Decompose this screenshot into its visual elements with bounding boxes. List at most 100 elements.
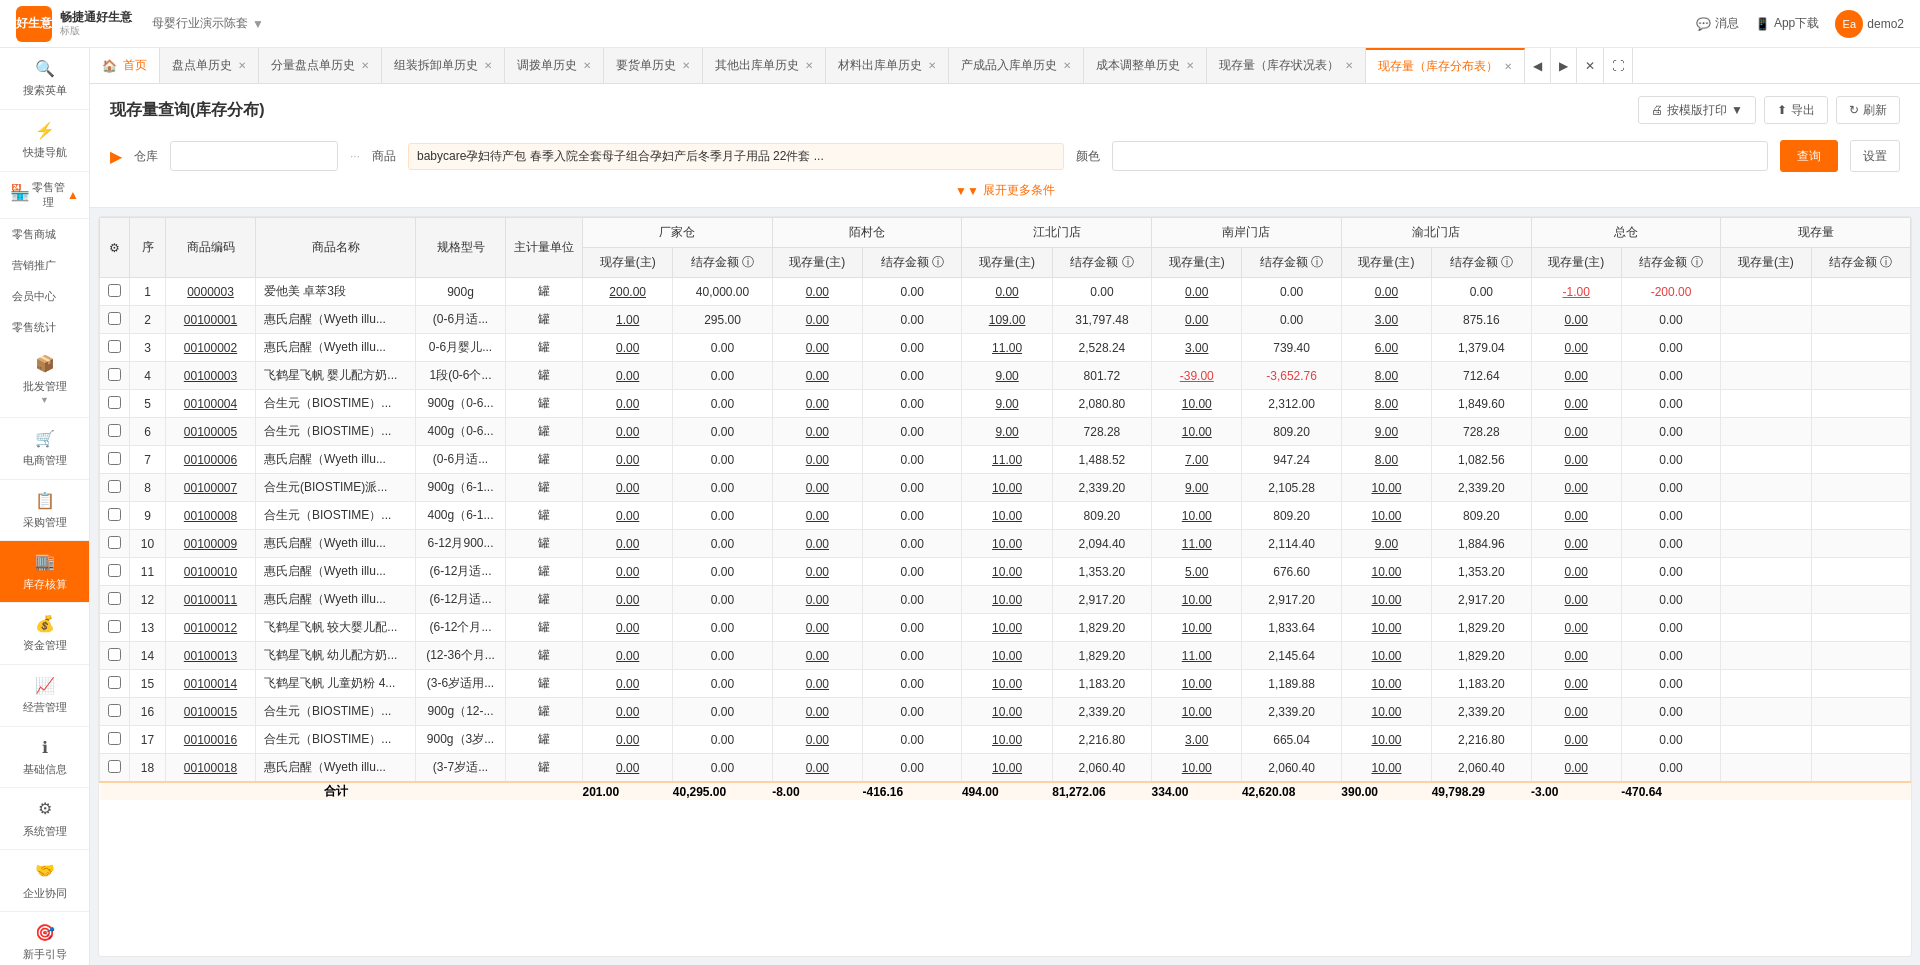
tab-close-all-btn[interactable]: ✕: [1577, 48, 1604, 84]
row-code[interactable]: 00100015: [166, 698, 256, 726]
row-mocun-qty[interactable]: 0.00: [772, 418, 862, 446]
row-changja-qty[interactable]: 1.00: [583, 306, 673, 334]
row-code[interactable]: 00100011: [166, 586, 256, 614]
warehouse-input[interactable]: [170, 141, 338, 171]
row-yubei-qty[interactable]: 10.00: [1341, 474, 1431, 502]
row-jiangbei-qty[interactable]: 109.00: [962, 306, 1052, 334]
row-nanan-qty[interactable]: 10.00: [1152, 390, 1242, 418]
row-check[interactable]: [100, 642, 130, 670]
row-changja-qty[interactable]: 0.00: [583, 726, 673, 754]
row-yubei-qty[interactable]: 10.00: [1341, 558, 1431, 586]
row-zongcang-qty[interactable]: 0.00: [1531, 306, 1621, 334]
row-jiangbei-qty[interactable]: 10.00: [962, 642, 1052, 670]
sidebar-submenu-marketing[interactable]: 营销推广: [0, 250, 89, 281]
row-nanan-qty[interactable]: 10.00: [1152, 698, 1242, 726]
row-changja-qty[interactable]: 0.00: [583, 642, 673, 670]
row-zongcang-qty[interactable]: 0.00: [1531, 390, 1621, 418]
row-changja-qty[interactable]: 0.00: [583, 586, 673, 614]
row-changja-qty[interactable]: 0.00: [583, 334, 673, 362]
row-jiangbei-qty[interactable]: 9.00: [962, 390, 1052, 418]
tab-stock-distribution[interactable]: 现存量（库存分布表） ✕: [1366, 48, 1525, 84]
warehouse-more-icon[interactable]: ···: [350, 149, 360, 163]
row-zongcang-qty[interactable]: 0.00: [1531, 446, 1621, 474]
row-check[interactable]: [100, 446, 130, 474]
row-yubei-qty[interactable]: 9.00: [1341, 530, 1431, 558]
row-yubei-qty[interactable]: 10.00: [1341, 670, 1431, 698]
tab-maximize-btn[interactable]: ⛶: [1604, 48, 1633, 84]
row-code[interactable]: 00100005: [166, 418, 256, 446]
row-code[interactable]: 00100008: [166, 502, 256, 530]
tab-material-outbound-close[interactable]: ✕: [928, 60, 936, 71]
row-jiangbei-qty[interactable]: 10.00: [962, 754, 1052, 783]
row-yubei-qty[interactable]: 10.00: [1341, 502, 1431, 530]
row-code[interactable]: 00100013: [166, 642, 256, 670]
row-nanan-qty[interactable]: 10.00: [1152, 502, 1242, 530]
app-download-btn[interactable]: 📱 App下载: [1755, 15, 1819, 32]
row-changja-qty[interactable]: 0.00: [583, 446, 673, 474]
row-code[interactable]: 00100018: [166, 754, 256, 783]
row-changja-qty[interactable]: 200.00: [583, 278, 673, 306]
row-mocun-qty[interactable]: 0.00: [772, 558, 862, 586]
row-mocun-qty[interactable]: 0.00: [772, 530, 862, 558]
row-jiangbei-qty[interactable]: 10.00: [962, 474, 1052, 502]
row-code[interactable]: 00100016: [166, 726, 256, 754]
row-nanan-qty[interactable]: 9.00: [1152, 474, 1242, 502]
row-changja-qty[interactable]: 0.00: [583, 670, 673, 698]
row-nanan-qty[interactable]: 0.00: [1152, 306, 1242, 334]
row-check[interactable]: [100, 474, 130, 502]
row-zongcang-qty[interactable]: 0.00: [1531, 474, 1621, 502]
row-jiangbei-qty[interactable]: 10.00: [962, 558, 1052, 586]
row-nanan-qty[interactable]: -39.00: [1152, 362, 1242, 390]
tab-inventory-check[interactable]: 盘点单历史 ✕: [160, 48, 259, 84]
row-nanan-qty[interactable]: 10.00: [1152, 586, 1242, 614]
row-jiangbei-qty[interactable]: 10.00: [962, 698, 1052, 726]
row-check[interactable]: [100, 306, 130, 334]
sidebar-item-basic-info[interactable]: ℹ 基础信息: [0, 727, 89, 789]
row-zongcang-qty[interactable]: 0.00: [1531, 418, 1621, 446]
row-yubei-qty[interactable]: 8.00: [1341, 362, 1431, 390]
tab-assembly[interactable]: 组装拆卸单历史 ✕: [382, 48, 505, 84]
row-nanan-qty[interactable]: 10.00: [1152, 614, 1242, 642]
row-zongcang-qty[interactable]: 0.00: [1531, 586, 1621, 614]
row-jiangbei-qty[interactable]: 10.00: [962, 586, 1052, 614]
row-nanan-qty[interactable]: 10.00: [1152, 418, 1242, 446]
row-zongcang-qty[interactable]: 0.00: [1531, 726, 1621, 754]
row-yubei-qty[interactable]: 10.00: [1341, 614, 1431, 642]
row-nanan-qty[interactable]: 10.00: [1152, 754, 1242, 783]
row-mocun-qty[interactable]: 0.00: [772, 614, 862, 642]
row-check[interactable]: [100, 614, 130, 642]
row-changja-qty[interactable]: 0.00: [583, 558, 673, 586]
row-code[interactable]: 00100002: [166, 334, 256, 362]
row-code[interactable]: 00100004: [166, 390, 256, 418]
row-changja-qty[interactable]: 0.00: [583, 418, 673, 446]
row-mocun-qty[interactable]: 0.00: [772, 362, 862, 390]
row-changja-qty[interactable]: 0.00: [583, 502, 673, 530]
filter-expand-arrow[interactable]: ▶: [110, 147, 122, 166]
row-code[interactable]: 00100003: [166, 362, 256, 390]
row-zongcang-qty[interactable]: 0.00: [1531, 670, 1621, 698]
row-check[interactable]: [100, 278, 130, 306]
row-yubei-qty[interactable]: 10.00: [1341, 726, 1431, 754]
row-yubei-qty[interactable]: 0.00: [1341, 278, 1431, 306]
row-jiangbei-qty[interactable]: 9.00: [962, 418, 1052, 446]
row-zongcang-qty[interactable]: 0.00: [1531, 362, 1621, 390]
row-nanan-qty[interactable]: 5.00: [1152, 558, 1242, 586]
row-changja-qty[interactable]: 0.00: [583, 698, 673, 726]
sidebar-item-enterprise[interactable]: 🤝 企业协同: [0, 850, 89, 912]
row-jiangbei-qty[interactable]: 0.00: [962, 278, 1052, 306]
tab-requisition-close[interactable]: ✕: [682, 60, 690, 71]
tab-assembly-close[interactable]: ✕: [484, 60, 492, 71]
query-btn[interactable]: 查询: [1780, 140, 1838, 172]
export-btn[interactable]: ⬆ 导出: [1764, 96, 1828, 124]
row-zongcang-qty[interactable]: 0.00: [1531, 558, 1621, 586]
row-zongcang-qty[interactable]: 0.00: [1531, 614, 1621, 642]
refresh-btn[interactable]: ↻ 刷新: [1836, 96, 1900, 124]
tab-transfer[interactable]: 调拨单历史 ✕: [505, 48, 604, 84]
row-mocun-qty[interactable]: 0.00: [772, 278, 862, 306]
sidebar-item-system[interactable]: ⚙ 系统管理: [0, 788, 89, 850]
row-check[interactable]: [100, 334, 130, 362]
settings-btn[interactable]: 设置: [1850, 140, 1900, 172]
row-mocun-qty[interactable]: 0.00: [772, 670, 862, 698]
row-nanan-qty[interactable]: 3.00: [1152, 334, 1242, 362]
row-code[interactable]: 00100014: [166, 670, 256, 698]
